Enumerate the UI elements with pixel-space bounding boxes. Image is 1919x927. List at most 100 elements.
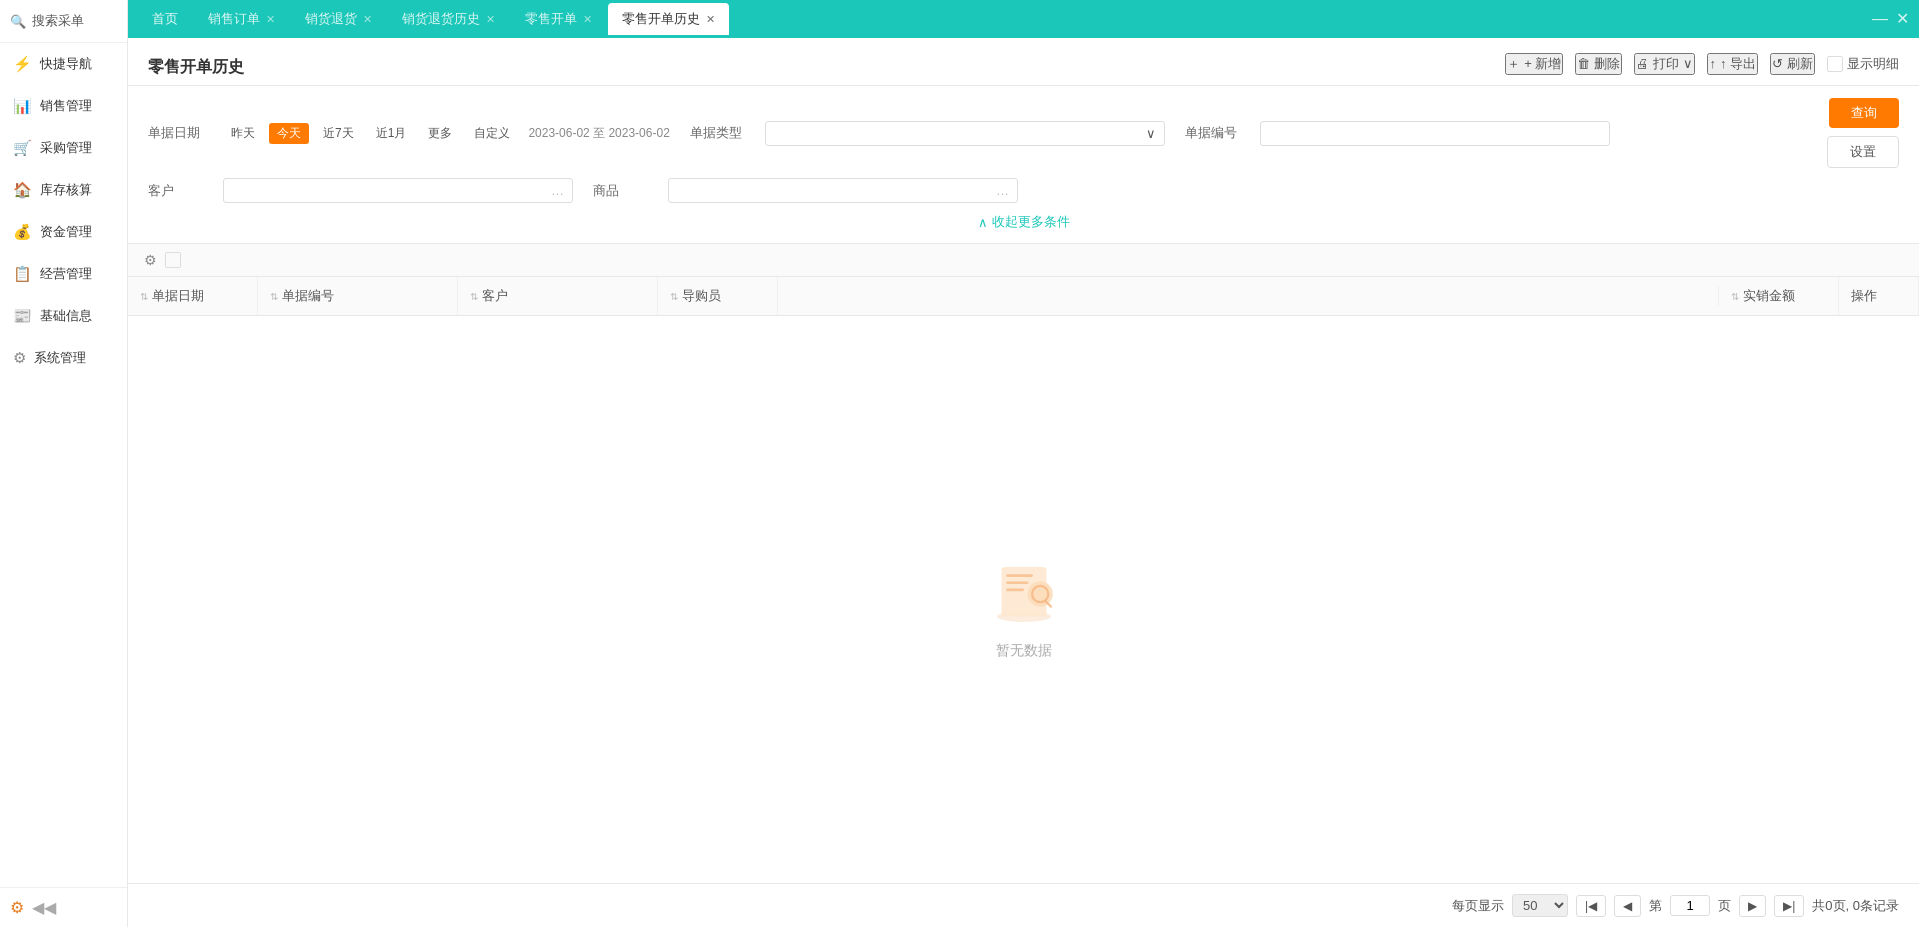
th-amount-label: 实销金额 [1743, 287, 1795, 305]
tab-retail-open[interactable]: 零售开单 ✕ [511, 3, 606, 35]
collapse-sidebar-icon[interactable]: ◀◀ [32, 898, 56, 917]
sidebar-item-label: 采购管理 [40, 139, 92, 157]
tab-sales-order[interactable]: 销售订单 ✕ [194, 3, 289, 35]
sidebar-item-label: 资金管理 [40, 223, 92, 241]
refresh-icon: ↺ [1772, 56, 1783, 71]
date-yesterday-btn[interactable]: 昨天 [223, 123, 263, 144]
date-1month-btn[interactable]: 近1月 [368, 123, 415, 144]
date-more-btn[interactable]: 更多 [420, 123, 460, 144]
tab-sales-return[interactable]: 销货退货 ✕ [291, 3, 386, 35]
delete-label: 删除 [1594, 55, 1620, 73]
page-prev-btn[interactable]: ◀ [1614, 895, 1641, 917]
customer-select[interactable]: … [223, 178, 573, 203]
pagination: 每页显示 50 100 200 |◀ ◀ 第 1 页 ▶ ▶| 共0页, 0条记… [128, 883, 1919, 927]
sidebar-item-label: 销售管理 [40, 97, 92, 115]
settings-button[interactable]: 设置 [1827, 136, 1899, 168]
collapse-more-label: 收起更多条件 [992, 213, 1070, 231]
sidebar-item-purchase-mgmt[interactable]: 🛒 采购管理 [0, 127, 127, 169]
tab-sales-return-history-close[interactable]: ✕ [486, 13, 495, 26]
page-first-btn[interactable]: |◀ [1576, 895, 1606, 917]
number-input[interactable] [1260, 121, 1610, 146]
type-dropdown-icon: ∨ [1146, 126, 1156, 141]
print-button[interactable]: 🖨 打印 ∨ [1634, 53, 1695, 75]
print-dropdown-icon[interactable]: ∨ [1683, 56, 1693, 71]
th-customer-label: 客户 [482, 287, 508, 305]
sidebar-item-label: 快捷导航 [40, 55, 92, 73]
th-date-label: 单据日期 [152, 287, 204, 305]
export-icon: ↑ [1709, 56, 1716, 71]
add-button[interactable]: ＋ + 新增 [1505, 53, 1563, 75]
search-icon: 🔍 [10, 14, 26, 29]
sidebar-item-finance[interactable]: 💰 资金管理 [0, 211, 127, 253]
date-range-display: 2023-06-02 至 2023-06-02 [528, 125, 669, 142]
detail-checkbox[interactable] [1827, 56, 1843, 72]
refresh-label: 刷新 [1787, 55, 1813, 73]
per-page-label: 每页显示 [1452, 897, 1504, 915]
sidebar-item-inventory[interactable]: 🏠 库存核算 [0, 169, 127, 211]
tab-retail-history[interactable]: 零售开单历史 ✕ [608, 3, 729, 35]
date-custom-btn[interactable]: 自定义 [466, 123, 518, 144]
sys-mgmt-icon: ⚙ [13, 349, 26, 367]
tab-retail-history-label: 零售开单历史 [622, 10, 700, 28]
close-button[interactable]: ✕ [1896, 11, 1909, 27]
type-select[interactable]: ∨ [765, 121, 1165, 146]
date-shortcuts: 昨天 今天 近7天 近1月 更多 自定义 2023-06-02 至 2023-0… [223, 123, 670, 144]
delete-button[interactable]: 🗑 删除 [1575, 53, 1622, 75]
date-7days-btn[interactable]: 近7天 [315, 123, 362, 144]
export-button[interactable]: ↑ ↑ 导出 [1707, 53, 1758, 75]
table-area: ⚙ ⇅ 单据日期 ⇅ 单据编号 ⇅ 客户 ⇅ 导购员 ⇅ 实销金额 [128, 244, 1919, 927]
tab-sales-return-close[interactable]: ✕ [363, 13, 372, 26]
sidebar-item-quick-nav[interactable]: ⚡ 快捷导航 [0, 43, 127, 85]
display-detail-checkbox[interactable]: 显示明细 [1827, 55, 1899, 73]
th-sort-guide-icon[interactable]: ⇅ [670, 291, 678, 302]
page-number-input[interactable]: 1 [1670, 895, 1710, 916]
tab-sales-return-history-label: 销货退货历史 [402, 10, 480, 28]
tabs-bar: 首页 销售订单 ✕ 销货退货 ✕ 销货退货历史 ✕ 零售开单 ✕ 零售开单历史 … [128, 0, 1919, 38]
query-button[interactable]: 查询 [1829, 98, 1899, 128]
sidebar-item-sales-mgmt[interactable]: 📊 销售管理 [0, 85, 127, 127]
th-date: ⇅ 单据日期 [128, 277, 258, 315]
refresh-button[interactable]: ↺ 刷新 [1770, 53, 1815, 75]
per-page-select[interactable]: 50 100 200 [1512, 894, 1568, 917]
th-sort-amount-icon[interactable]: ⇅ [1731, 291, 1739, 302]
sidebar-nav: ⚡ 快捷导航 📊 销售管理 🛒 采购管理 🏠 库存核算 💰 资金管理 📋 经营管… [0, 43, 127, 379]
sidebar-search-label: 搜索采单 [32, 12, 84, 30]
page-next-btn[interactable]: ▶ [1739, 895, 1766, 917]
tab-retail-open-label: 零售开单 [525, 10, 577, 28]
sidebar-bottom: ⚙ ◀◀ [0, 887, 127, 927]
page-last-btn[interactable]: ▶| [1774, 895, 1804, 917]
tab-sales-order-close[interactable]: ✕ [266, 13, 275, 26]
sidebar-item-basic-info[interactable]: 📰 基础信息 [0, 295, 127, 337]
add-label: + 新增 [1524, 55, 1561, 73]
tab-retail-history-close[interactable]: ✕ [706, 13, 715, 26]
tab-retail-open-close[interactable]: ✕ [583, 13, 592, 26]
collapse-more-btn[interactable]: ∧ 收起更多条件 [148, 213, 1899, 231]
type-label: 单据类型 [690, 124, 745, 142]
window-controls: — ✕ [1872, 11, 1909, 27]
add-icon: ＋ [1507, 55, 1520, 73]
delete-icon: 🗑 [1577, 56, 1590, 71]
sidebar-item-operations[interactable]: 📋 经营管理 [0, 253, 127, 295]
th-sort-number-icon[interactable]: ⇅ [270, 291, 278, 302]
tab-home-label: 首页 [152, 10, 178, 28]
table-settings-icon[interactable]: ⚙ [144, 252, 157, 268]
th-number: ⇅ 单据编号 [258, 277, 458, 315]
tab-home[interactable]: 首页 [138, 3, 192, 35]
th-action: 操作 [1839, 277, 1919, 315]
filter-row-2: 客户 … 商品 … [148, 178, 1899, 203]
sidebar-item-label: 系统管理 [34, 349, 86, 367]
date-today-btn[interactable]: 今天 [269, 123, 309, 144]
minimize-button[interactable]: — [1872, 11, 1888, 27]
th-sort-customer-icon[interactable]: ⇅ [470, 291, 478, 302]
sidebar-search[interactable]: 🔍 搜索采单 [0, 0, 127, 43]
th-sort-date-icon[interactable]: ⇅ [140, 291, 148, 302]
select-all-checkbox[interactable] [165, 252, 181, 268]
sidebar-item-label: 经营管理 [40, 265, 92, 283]
filter-area: 单据日期 昨天 今天 近7天 近1月 更多 自定义 2023-06-02 至 2… [128, 86, 1919, 244]
settings-icon[interactable]: ⚙ [10, 898, 24, 917]
sales-mgmt-icon: 📊 [13, 97, 32, 115]
tab-sales-return-history[interactable]: 销货退货历史 ✕ [388, 3, 509, 35]
main-area: 首页 销售订单 ✕ 销货退货 ✕ 销货退货历史 ✕ 零售开单 ✕ 零售开单历史 … [128, 0, 1919, 927]
goods-select[interactable]: … [668, 178, 1018, 203]
sidebar-item-sys-mgmt[interactable]: ⚙ 系统管理 [0, 337, 127, 379]
